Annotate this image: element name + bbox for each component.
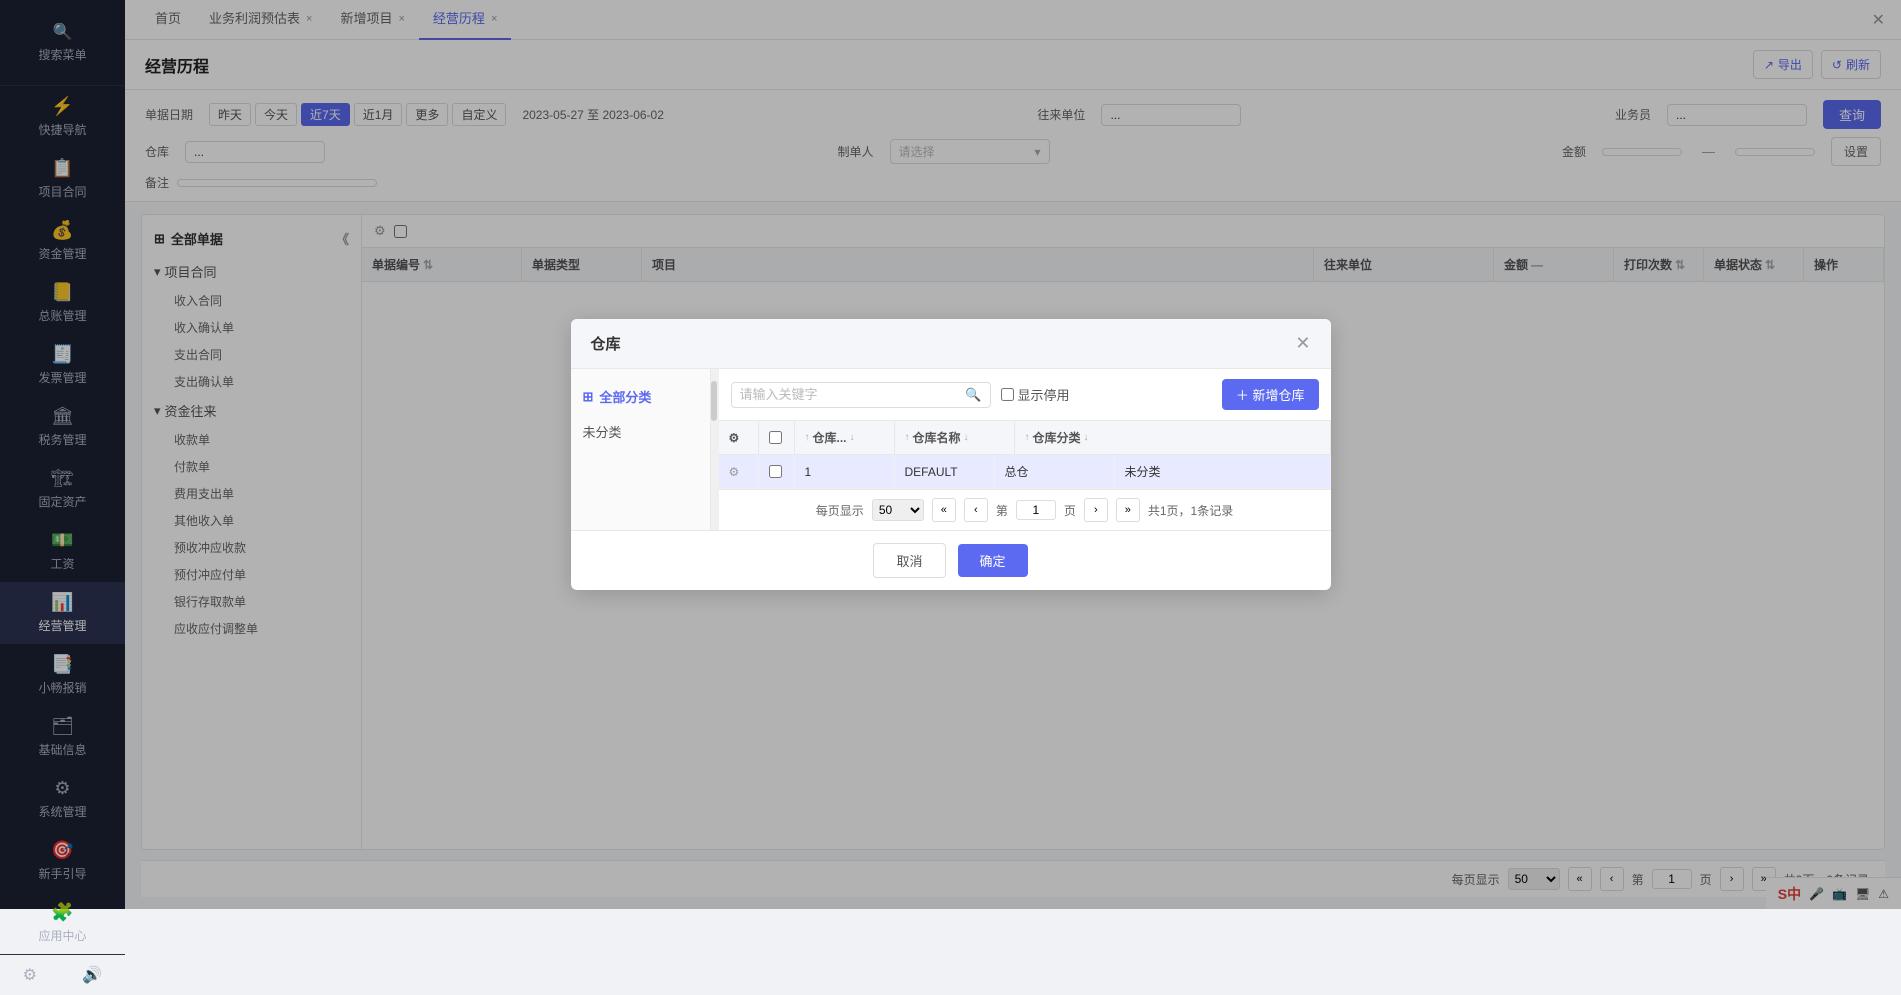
modal-select-all[interactable] [769,431,782,444]
modal-th-checkbox [759,421,795,454]
sort-asc-icon-2: ↑ [905,432,910,443]
left-panel-scroll-area [711,369,719,530]
row-checkbox[interactable] [769,465,782,478]
modal-th-code: ↑ 仓库... ↓ [795,421,895,454]
modal-next-page[interactable]: › [1084,498,1108,522]
sidebar-bottom: ⚙ 🔊 [0,954,125,995]
modal-left-panel: ⊞ 全部分类 未分类 [571,369,711,530]
modal-search-input[interactable] [740,387,960,402]
row-num: 1 [805,465,812,479]
modal-th-category: ↑ 仓库分类 ↓ [1015,421,1331,454]
modal-per-page-label: 每页显示 [816,502,864,519]
sort-desc-icon-2: ↓ [964,432,969,443]
modal-left-all-label: 全部分类 [599,387,651,406]
modal-page-input[interactable] [1016,500,1056,520]
volume-icon[interactable]: 🔊 [82,965,102,985]
add-warehouse-button[interactable]: ＋ 新增仓库 [1222,379,1319,410]
sort-asc-icon-3: ↑ [1025,432,1030,443]
modal-table-header: ⚙ ↑ 仓库... ↓ ↑ 仓库名称 ↓ [719,421,1331,455]
modal-overlay: 仓库 ✕ ⊞ 全部分类 未分类 [0,0,1901,909]
modal-prev-page[interactable]: ‹ [964,498,988,522]
modal-td-category: 未分类 [1115,455,1331,488]
modal-left-unclassified-label: 未分类 [583,425,622,440]
sort-asc-icon: ↑ [805,432,810,443]
modal-category-label: 仓库分类 [1033,429,1081,446]
settings-icon[interactable]: ⚙ [23,965,37,985]
modal-search-box[interactable]: 🔍 [731,382,991,408]
row-name: 总仓 [1005,463,1029,480]
modal-td-name: 总仓 [995,455,1115,488]
modal-total-label: 共1页，1条记录 [1148,502,1233,519]
modal-body: ⊞ 全部分类 未分类 🔍 [571,369,1331,530]
modal-th-settings[interactable]: ⚙ [719,421,759,454]
confirm-button[interactable]: 确定 [958,544,1028,577]
modal-page-word: 第 [996,502,1008,519]
search-icon-2: 🔍 [965,387,981,403]
modal-td-code: DEFAULT [895,455,995,488]
table-row[interactable]: ⚙ 1 DEFAULT 总仓 [719,455,1331,489]
show-disabled-checkbox[interactable]: 显示停用 [1001,385,1070,404]
modal-left-unclassified[interactable]: 未分类 [571,414,710,449]
cancel-button[interactable]: 取消 [873,543,945,578]
modal-header: 仓库 ✕ [571,319,1331,369]
modal-title: 仓库 [591,333,621,354]
modal-footer: 取消 确定 [571,530,1331,590]
modal-name-label: 仓库名称 [913,429,961,446]
sort-desc-icon-3: ↓ [1084,432,1089,443]
row-code: DEFAULT [905,465,958,479]
modal-td-checkbox[interactable] [759,455,795,488]
row-settings-icon: ⚙ [729,465,740,479]
modal-first-page[interactable]: « [932,498,956,522]
scroll-thumb [711,381,717,421]
warehouse-modal: 仓库 ✕ ⊞ 全部分类 未分类 [571,319,1331,590]
modal-td-settings: ⚙ [719,455,759,488]
show-disabled-check[interactable] [1001,388,1014,401]
modal-all-categories[interactable]: ⊞ 全部分类 [571,379,710,414]
sidebar-label: 应用中心 [38,927,86,944]
row-category: 未分类 [1125,463,1161,480]
modal-pagination-bar: 每页显示 50 « ‹ 第 页 › » 共1页，1条记录 [719,489,1331,530]
modal-th-name: ↑ 仓库名称 ↓ [895,421,1015,454]
modal-page-label: 页 [1064,502,1076,519]
modal-right-panel: 🔍 显示停用 ＋ 新增仓库 ⚙ [719,369,1331,530]
sort-desc-icon: ↓ [850,432,855,443]
modal-last-page[interactable]: » [1116,498,1140,522]
grid-icon-2: ⊞ [583,389,594,405]
modal-close-button[interactable]: ✕ [1295,333,1310,354]
modal-col-settings-icon: ⚙ [729,431,740,445]
modal-per-page-select[interactable]: 50 [872,499,924,521]
modal-td-num: 1 [795,455,895,488]
modal-table-body: ⚙ 1 DEFAULT 总仓 [719,455,1331,489]
modal-code-label: 仓库... [813,429,847,446]
modal-toolbar: 🔍 显示停用 ＋ 新增仓库 [719,369,1331,421]
show-disabled-label: 显示停用 [1018,385,1070,404]
